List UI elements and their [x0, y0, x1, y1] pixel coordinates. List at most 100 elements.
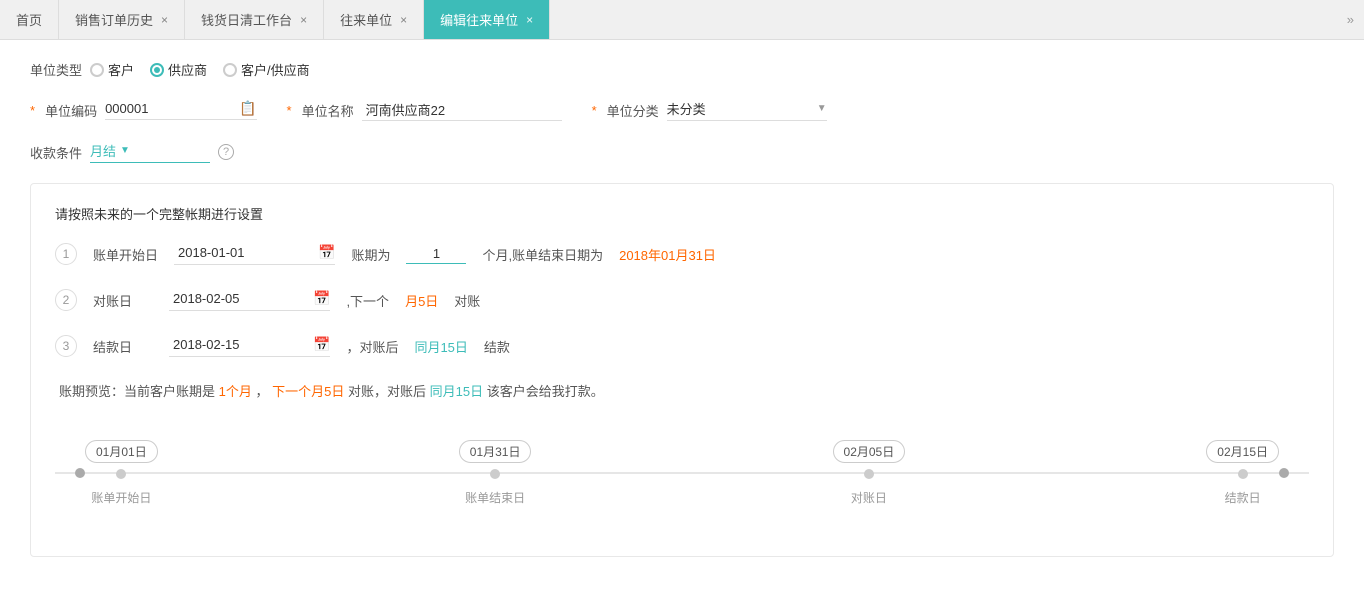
node-2-sublabel: 账单结束日 — [465, 489, 525, 506]
step-1-period-input[interactable] — [406, 244, 466, 264]
tab-expand-button[interactable]: » — [1337, 0, 1364, 39]
unit-category-label: 单位分类 — [607, 101, 659, 120]
step-3-date-wrapper: 📅 — [169, 335, 330, 357]
unit-category-select[interactable]: 未分类 ▼ — [667, 99, 827, 121]
tab-cash-work-label: 钱货日清工作台 — [201, 10, 292, 29]
step-1-num: 1 — [55, 243, 77, 265]
tab-bar: 首页 销售订单历史 × 钱货日清工作台 × 往来单位 × 编辑往来单位 × » — [0, 0, 1364, 40]
billing-section: 请按照未来的一个完整帐期进行设置 1 账单开始日 📅 账期为 个月,账单结束日期… — [30, 183, 1334, 557]
step-3-desc-highlight: 同月15日 — [414, 337, 467, 356]
step-1-cal-icon[interactable]: 📅 — [318, 244, 335, 261]
unit-type-field: 单位类型 客户 供应商 客户/供应商 — [30, 60, 310, 79]
radio-supplier[interactable]: 供应商 — [150, 60, 207, 79]
unit-name-input[interactable] — [362, 99, 562, 121]
unit-info-row: * 单位编码 📋 * 单位名称 * 单位分类 未分类 ▼ — [30, 99, 1334, 121]
step-1-label: 账单开始日 — [93, 245, 158, 264]
node-2-label: 01月31日 — [459, 440, 532, 463]
tab-cash-work-close[interactable]: × — [300, 13, 307, 27]
node-2-dot — [490, 469, 500, 479]
timeline-nodes: 01月01日 账单开始日 01月31日 账单结束日 02月05日 对账日 — [75, 440, 1289, 506]
required-star-category: * — [592, 103, 597, 118]
step-2-date-input[interactable] — [169, 289, 309, 308]
step-1-date-input[interactable] — [174, 243, 314, 262]
section-title: 请按照未来的一个完整帐期进行设置 — [55, 204, 1309, 223]
timeline-start-cap — [75, 468, 85, 478]
timeline-wrapper: 01月01日 账单开始日 01月31日 账单结束日 02月05日 对账日 — [55, 420, 1309, 536]
help-icon[interactable]: ? — [218, 144, 234, 160]
tab-sales-history[interactable]: 销售订单历史 × — [59, 0, 185, 39]
node-4-label: 02月15日 — [1206, 440, 1279, 463]
preview-text: 账期预览：当前客户账期是 1个月 ， 下一个月5日 对账，对账后 同月15日 该… — [55, 381, 1309, 400]
tab-sales-history-close[interactable]: × — [161, 13, 168, 27]
node-3-label: 02月05日 — [833, 440, 906, 463]
payment-condition-label: 收款条件 — [30, 143, 82, 162]
radio-customer-supplier-circle — [223, 63, 237, 77]
node-4-dot — [1238, 469, 1248, 479]
tab-home[interactable]: 首页 — [0, 0, 59, 39]
step-3-desc-prefix: ，对账后 — [346, 337, 398, 356]
timeline-end-cap — [1279, 468, 1289, 478]
step-1-date-wrapper: 📅 — [174, 243, 335, 265]
unit-name-field: * 单位名称 — [287, 99, 562, 121]
required-star-code: * — [30, 103, 35, 118]
tab-expand-icon: » — [1347, 12, 1354, 27]
unit-code-copy-icon[interactable]: 📋 — [239, 100, 256, 117]
step-3-label: 结款日 — [93, 337, 153, 356]
payment-condition-value: 月结 — [90, 141, 116, 160]
unit-category-field: * 单位分类 未分类 ▼ — [592, 99, 827, 121]
radio-customer-label: 客户 — [108, 60, 134, 79]
tab-partner-close[interactable]: × — [400, 13, 407, 27]
step-3-date-input[interactable] — [169, 335, 309, 354]
step-2-desc-prefix: ,下一个 — [346, 291, 389, 310]
node-1-dot — [116, 469, 126, 479]
step-3-row: 3 结款日 📅 ，对账后 同月15日 结款 — [55, 335, 1309, 357]
tab-partner[interactable]: 往来单位 × — [324, 0, 424, 39]
preview-part1: 1个月 — [219, 384, 252, 399]
unit-type-label: 单位类型 — [30, 60, 82, 79]
step-3-num: 3 — [55, 335, 77, 357]
preview-prefix: 账期预览：当前客户账期是 — [59, 384, 215, 399]
radio-customer[interactable]: 客户 — [90, 60, 134, 79]
radio-supplier-label: 供应商 — [168, 60, 207, 79]
payment-condition-chevron: ▼ — [120, 145, 130, 156]
node-3-sublabel: 对账日 — [851, 489, 887, 506]
preview-sep2: 对账，对账后 — [348, 384, 426, 399]
timeline-node-4: 02月15日 结款日 — [1206, 440, 1279, 506]
tab-edit-partner-close[interactable]: × — [526, 13, 533, 27]
node-1-sublabel: 账单开始日 — [91, 489, 151, 506]
required-star-name: * — [287, 103, 292, 118]
unit-code-field: * 单位编码 📋 — [30, 100, 257, 120]
step-2-desc-highlight: 月5日 — [405, 291, 438, 310]
unit-code-input-wrapper: 📋 — [105, 100, 256, 120]
step-1-period-date: 2018年01月31日 — [619, 245, 716, 264]
payment-condition-row: 收款条件 月结 ▼ ? — [30, 141, 1334, 163]
radio-customer-supplier[interactable]: 客户/供应商 — [223, 60, 310, 79]
preview-part2: 下一个月5日 — [272, 384, 344, 399]
step-1-period-label: 账期为 — [351, 245, 390, 264]
step-3-cal-icon[interactable]: 📅 — [313, 336, 330, 353]
timeline-node-3: 02月05日 对账日 — [833, 440, 906, 506]
tab-home-label: 首页 — [16, 10, 42, 29]
node-4-sublabel: 结款日 — [1225, 489, 1261, 506]
tab-edit-partner-label: 编辑往来单位 — [440, 10, 518, 29]
preview-sep1: ， — [256, 384, 269, 399]
node-3-dot — [864, 469, 874, 479]
unit-type-radio-group: 客户 供应商 客户/供应商 — [90, 60, 310, 79]
step-3-desc-suffix: 结款 — [484, 337, 510, 356]
step-2-num: 2 — [55, 289, 77, 311]
step-2-cal-icon[interactable]: 📅 — [313, 290, 330, 307]
step-2-desc-suffix: 对账 — [454, 291, 480, 310]
tab-cash-work[interactable]: 钱货日清工作台 × — [185, 0, 324, 39]
unit-category-chevron: ▼ — [817, 103, 827, 114]
unit-code-input[interactable] — [105, 101, 235, 116]
tab-sales-history-label: 销售订单历史 — [75, 10, 153, 29]
node-1-label: 01月01日 — [85, 440, 158, 463]
step-2-date-wrapper: 📅 — [169, 289, 330, 311]
payment-condition-select[interactable]: 月结 ▼ — [90, 141, 210, 163]
step-2-label: 对账日 — [93, 291, 153, 310]
payment-condition-field: 收款条件 月结 ▼ ? — [30, 141, 234, 163]
unit-category-value: 未分类 — [667, 99, 813, 118]
timeline-node-2: 01月31日 账单结束日 — [459, 440, 532, 506]
tab-edit-partner[interactable]: 编辑往来单位 × — [424, 0, 550, 39]
step-2-row: 2 对账日 📅 ,下一个 月5日 对账 — [55, 289, 1309, 311]
